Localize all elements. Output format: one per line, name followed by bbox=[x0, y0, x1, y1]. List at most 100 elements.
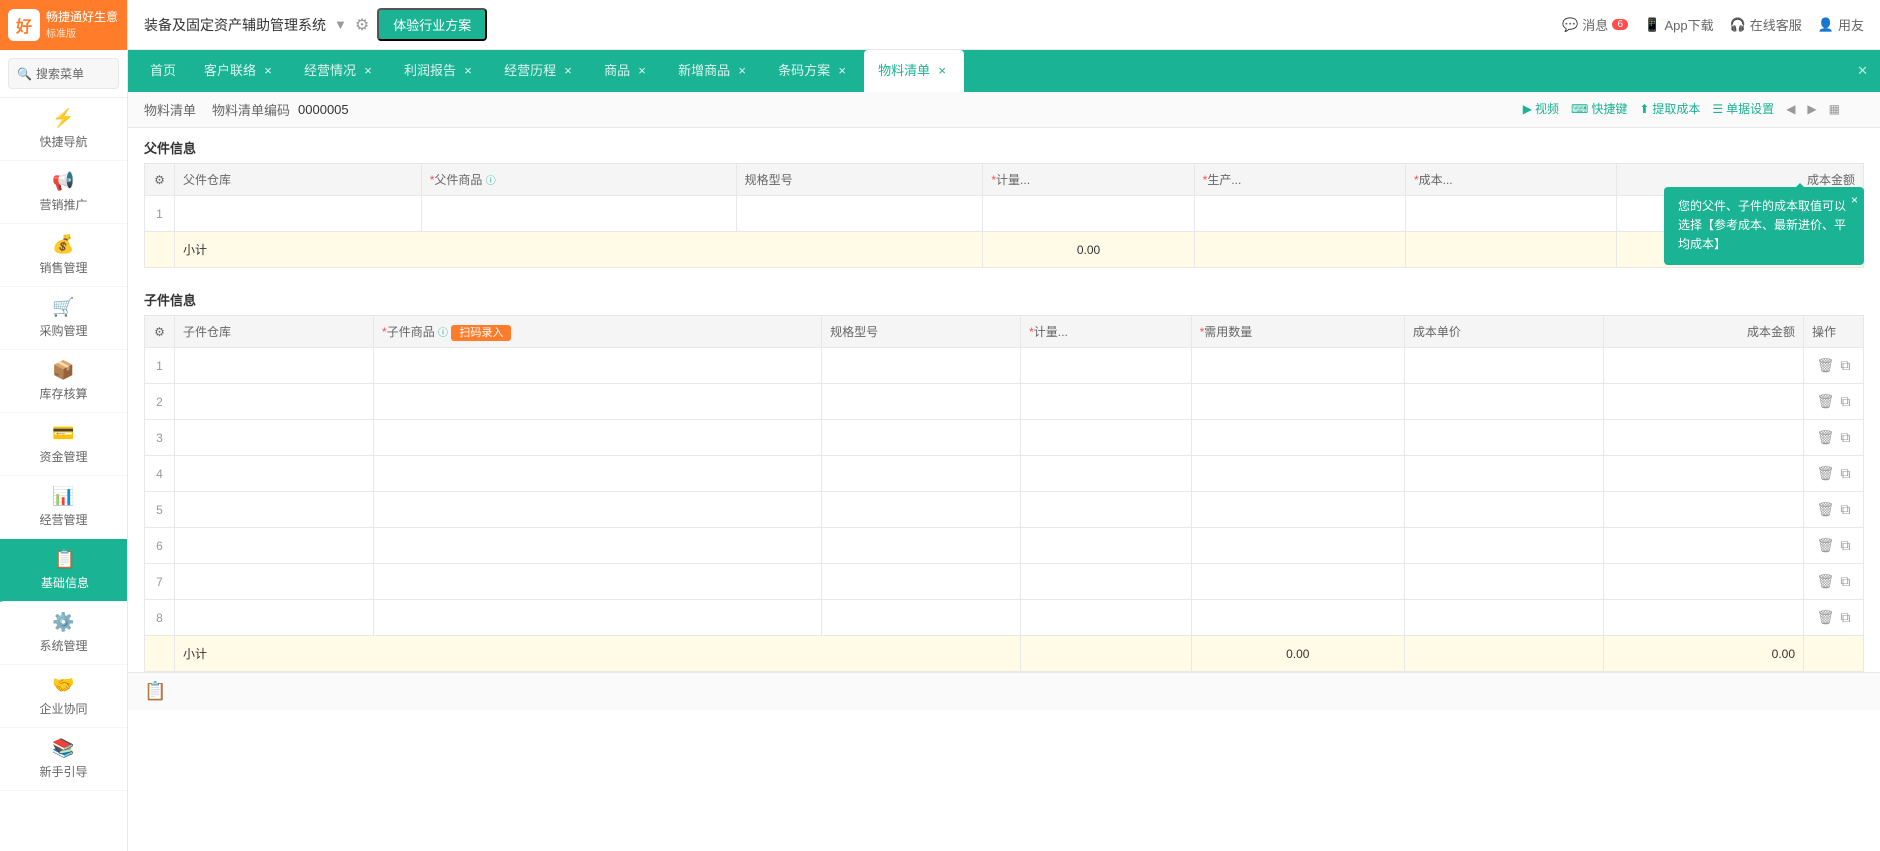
child-unit-cost-cell[interactable] bbox=[1404, 600, 1603, 636]
search-menu-button[interactable]: 🔍 搜索菜单 bbox=[8, 58, 119, 89]
child-spec-cell[interactable] bbox=[822, 456, 1021, 492]
child-warehouse-cell[interactable] bbox=[175, 492, 374, 528]
tab-close-new-goods[interactable]: × bbox=[734, 63, 750, 79]
child-product-cell[interactable] bbox=[374, 564, 822, 600]
child-product-cell[interactable] bbox=[374, 600, 822, 636]
child-quantity-cell[interactable] bbox=[1191, 456, 1404, 492]
tab-barcode[interactable]: 条码方案 × bbox=[764, 50, 864, 92]
parent-cost-cell[interactable] bbox=[1405, 196, 1616, 232]
tab-close-operations[interactable]: × bbox=[360, 63, 376, 79]
parent-spec-cell[interactable] bbox=[736, 196, 983, 232]
child-product-cell[interactable] bbox=[374, 492, 822, 528]
delete-row-icon[interactable]: 🗑 bbox=[1817, 537, 1835, 554]
child-col-settings[interactable]: ⚙ bbox=[145, 316, 175, 348]
child-unit-cell[interactable] bbox=[1021, 564, 1191, 600]
sidebar-item-basic-info[interactable]: 📋 基础信息 bbox=[0, 539, 127, 602]
tab-new-goods[interactable]: 新增商品 × bbox=[664, 50, 764, 92]
child-quantity-cell[interactable] bbox=[1191, 528, 1404, 564]
tab-close-profit[interactable]: × bbox=[460, 63, 476, 79]
nav-next-button[interactable]: ▶ bbox=[1807, 102, 1816, 116]
sidebar-item-finance[interactable]: 💳 资金管理 bbox=[0, 413, 127, 476]
delete-row-icon[interactable]: 🗑 bbox=[1817, 573, 1835, 590]
child-unit-cost-cell[interactable] bbox=[1404, 492, 1603, 528]
sidebar-item-purchase[interactable]: 🛒 采购管理 bbox=[0, 287, 127, 350]
child-warehouse-cell[interactable] bbox=[175, 528, 374, 564]
parent-product-cell[interactable] bbox=[421, 196, 736, 232]
tab-home[interactable]: 首页 bbox=[136, 50, 190, 92]
child-spec-cell[interactable] bbox=[822, 492, 1021, 528]
scan-button[interactable]: 扫码录入 bbox=[451, 325, 511, 341]
child-warehouse-cell[interactable] bbox=[175, 384, 374, 420]
online-service-button[interactable]: 🎧 在线客服 bbox=[1730, 15, 1802, 34]
tab-bom[interactable]: 物料清单 × bbox=[864, 50, 964, 92]
child-quantity-cell[interactable] bbox=[1191, 492, 1404, 528]
tab-close-barcode[interactable]: × bbox=[834, 63, 850, 79]
child-unit-cell[interactable] bbox=[1021, 420, 1191, 456]
child-product-cell[interactable] bbox=[374, 456, 822, 492]
copy-row-icon[interactable]: ⧉ bbox=[1840, 501, 1850, 518]
sidebar-item-system[interactable]: ⚙️ 系统管理 bbox=[0, 602, 127, 665]
child-warehouse-cell[interactable] bbox=[175, 456, 374, 492]
child-unit-cost-cell[interactable] bbox=[1404, 384, 1603, 420]
delete-row-icon[interactable]: 🗑 bbox=[1817, 357, 1835, 374]
child-unit-cell[interactable] bbox=[1021, 348, 1191, 384]
sidebar-item-enterprise[interactable]: 🤝 企业协同 bbox=[0, 665, 127, 728]
tab-close-history[interactable]: × bbox=[560, 63, 576, 79]
child-warehouse-cell[interactable] bbox=[175, 600, 374, 636]
child-product-cell[interactable] bbox=[374, 348, 822, 384]
user-button[interactable]: 👤 用友 bbox=[1818, 15, 1864, 34]
child-product-cell[interactable] bbox=[374, 528, 822, 564]
delete-row-icon[interactable]: 🗑 bbox=[1817, 465, 1835, 482]
copy-row-icon[interactable]: ⧉ bbox=[1840, 573, 1850, 590]
tab-operations[interactable]: 经营情况 × bbox=[290, 50, 390, 92]
parent-col-settings[interactable]: ⚙ bbox=[145, 164, 175, 196]
extract-cost-button[interactable]: ⬆ 提取成本 bbox=[1639, 100, 1700, 117]
sidebar-item-inventory[interactable]: 📦 库存核算 bbox=[0, 350, 127, 413]
settings-icon[interactable]: ⚙ bbox=[355, 15, 369, 35]
tab-goods[interactable]: 商品 × bbox=[590, 50, 664, 92]
add-note-icon[interactable]: 📋 bbox=[144, 681, 166, 702]
child-quantity-cell[interactable] bbox=[1191, 348, 1404, 384]
nav-prev-button[interactable]: ◀ bbox=[1786, 102, 1795, 116]
single-settings-button[interactable]: ☰ 单据设置 bbox=[1712, 100, 1774, 117]
child-spec-cell[interactable] bbox=[822, 564, 1021, 600]
copy-row-icon[interactable]: ⧉ bbox=[1840, 393, 1850, 410]
child-quantity-cell[interactable] bbox=[1191, 600, 1404, 636]
child-spec-cell[interactable] bbox=[822, 348, 1021, 384]
child-warehouse-cell[interactable] bbox=[175, 564, 374, 600]
delete-row-icon[interactable]: 🗑 bbox=[1817, 429, 1835, 446]
parent-production-cell[interactable] bbox=[1194, 196, 1405, 232]
tab-close-bom[interactable]: × bbox=[934, 63, 950, 79]
child-spec-cell[interactable] bbox=[822, 528, 1021, 564]
child-spec-cell[interactable] bbox=[822, 384, 1021, 420]
child-unit-cost-cell[interactable] bbox=[1404, 348, 1603, 384]
child-unit-cost-cell[interactable] bbox=[1404, 456, 1603, 492]
child-unit-cell[interactable] bbox=[1021, 600, 1191, 636]
video-button[interactable]: ▶ 视频 bbox=[1523, 100, 1559, 117]
child-quantity-cell[interactable] bbox=[1191, 384, 1404, 420]
child-warehouse-cell[interactable] bbox=[175, 420, 374, 456]
sidebar-item-quick-nav[interactable]: ⚡ 快捷导航 bbox=[0, 98, 127, 161]
tab-profit[interactable]: 利润报告 × bbox=[390, 50, 490, 92]
sidebar-item-marketing[interactable]: 📢 营销推广 bbox=[0, 161, 127, 224]
child-spec-cell[interactable] bbox=[822, 600, 1021, 636]
shortcut-button[interactable]: ⌨ 快捷键 bbox=[1571, 100, 1627, 117]
sidebar-item-operations[interactable]: 📊 经营管理 bbox=[0, 476, 127, 539]
child-unit-cell[interactable] bbox=[1021, 456, 1191, 492]
sidebar-item-sales[interactable]: 💰 销售管理 bbox=[0, 224, 127, 287]
child-unit-cost-cell[interactable] bbox=[1404, 564, 1603, 600]
child-unit-cell[interactable] bbox=[1021, 384, 1191, 420]
tab-close-goods[interactable]: × bbox=[634, 63, 650, 79]
parent-warehouse-cell[interactable] bbox=[175, 196, 422, 232]
breadcrumb-home[interactable]: 物料清单 bbox=[144, 100, 196, 119]
child-warehouse-cell[interactable] bbox=[175, 348, 374, 384]
tab-customer[interactable]: 客户联络 × bbox=[190, 50, 290, 92]
copy-row-icon[interactable]: ⧉ bbox=[1840, 609, 1850, 626]
tooltip-close-button[interactable]: × bbox=[1851, 191, 1858, 210]
copy-row-icon[interactable]: ⧉ bbox=[1840, 537, 1850, 554]
child-unit-cost-cell[interactable] bbox=[1404, 420, 1603, 456]
grid-view-button[interactable]: ▦ bbox=[1829, 102, 1840, 116]
trial-button[interactable]: 体验行业方案 bbox=[377, 8, 487, 41]
copy-row-icon[interactable]: ⧉ bbox=[1840, 465, 1850, 482]
child-unit-cell[interactable] bbox=[1021, 528, 1191, 564]
